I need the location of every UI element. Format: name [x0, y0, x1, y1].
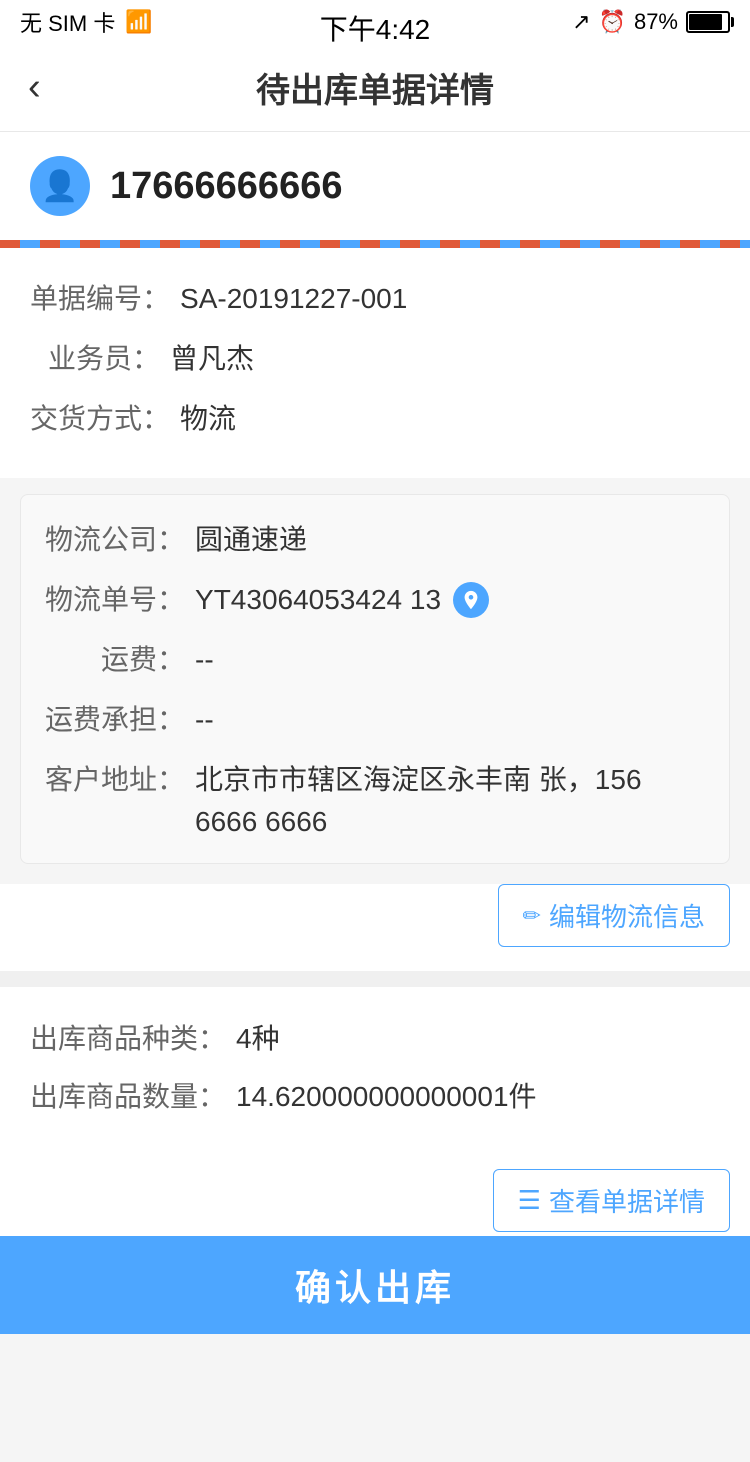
goods-type-value: 4种: [236, 1017, 720, 1057]
confirm-btn-text: 确认出库: [295, 1259, 455, 1311]
customer-phone: 17666666666: [110, 165, 342, 208]
freight-value: --: [195, 639, 705, 681]
freight-bearer-row: 运费承担： --: [45, 699, 705, 741]
section-divider: [0, 971, 750, 987]
goods-type-label: 出库商品种类：: [30, 1017, 236, 1057]
address-value: 北京市市辖区海淀区永丰南 张，156 6666 6666: [195, 759, 705, 843]
nav-title: 待出库单据详情: [256, 63, 494, 112]
doc-number-label: 单据编号：: [30, 278, 180, 320]
edit-logistics-label: 编辑物流信息: [549, 897, 705, 934]
tracking-label: 物流单号：: [45, 579, 195, 621]
tracking-number-value: YT43064053424 13: [195, 579, 441, 621]
alarm-icon: ⏰: [599, 9, 626, 35]
edit-btn-row: ✏ 编辑物流信息: [0, 884, 750, 971]
nav-bar: ‹ 待出库单据详情: [0, 44, 750, 132]
tracking-number-container: YT43064053424 13: [195, 579, 489, 621]
logistics-card: 物流公司： 圆通速递 物流单号： YT43064053424 13 运费： --…: [20, 494, 730, 864]
detail-list-icon: ☰: [518, 1185, 541, 1216]
battery-icon: [686, 11, 730, 33]
avatar-icon: 👤: [41, 169, 78, 204]
freight-bearer-label: 运费承担：: [45, 699, 195, 741]
dashed-divider: [0, 240, 750, 248]
doc-info-section: 单据编号： SA-20191227-001 业务员： 曾凡杰 交货方式： 物流: [0, 248, 750, 478]
location-icon: ↗: [572, 9, 590, 35]
wifi-icon: 📶: [125, 9, 152, 35]
view-detail-button[interactable]: ☰ 查看单据详情: [493, 1169, 730, 1232]
logistics-company-value: 圆通速递: [195, 519, 705, 561]
status-left: 无 SIM 卡 📶: [20, 6, 153, 38]
salesperson-label: 业务员：: [30, 338, 170, 380]
logistics-company-label: 物流公司：: [45, 519, 195, 561]
goods-section: 出库商品种类： 4种 出库商品数量： 14.620000000000001件: [0, 987, 750, 1153]
salesperson-value: 曾凡杰: [170, 338, 720, 380]
salesperson-row: 业务员： 曾凡杰: [30, 338, 720, 380]
doc-number-row: 单据编号： SA-20191227-001: [30, 278, 720, 320]
map-pin-icon: [460, 589, 482, 611]
address-label: 客户地址：: [45, 759, 195, 801]
confirm-button-bar[interactable]: 确认出库: [0, 1236, 750, 1334]
doc-number-value: SA-20191227-001: [180, 278, 720, 320]
tracking-row: 物流单号： YT43064053424 13: [45, 579, 705, 621]
logistics-company-row: 物流公司： 圆通速递: [45, 519, 705, 561]
status-bar: 无 SIM 卡 📶 下午4:42 ↗ ⏰ 87%: [0, 0, 750, 44]
back-button[interactable]: ‹: [28, 66, 41, 109]
edit-icon: ✏: [523, 903, 541, 929]
customer-header: 👤 17666666666: [0, 132, 750, 240]
address-row: 客户地址： 北京市市辖区海淀区永丰南 张，156 6666 6666: [45, 759, 705, 843]
goods-quantity-label: 出库商品数量：: [30, 1075, 236, 1115]
freight-row: 运费： --: [45, 639, 705, 681]
status-right: ↗ ⏰ 87%: [572, 9, 730, 35]
goods-quantity-row: 出库商品数量： 14.620000000000001件: [30, 1075, 720, 1115]
carrier-text: 无 SIM 卡: [20, 6, 115, 38]
delivery-method-value: 物流: [180, 398, 720, 440]
view-detail-label: 查看单据详情: [549, 1182, 705, 1219]
delivery-method-label: 交货方式：: [30, 398, 180, 440]
freight-label: 运费：: [45, 639, 195, 681]
delivery-method-row: 交货方式： 物流: [30, 398, 720, 440]
goods-quantity-value: 14.620000000000001件: [236, 1075, 720, 1115]
freight-bearer-value: --: [195, 699, 705, 741]
status-time: 下午4:42: [320, 8, 431, 48]
avatar: 👤: [30, 156, 90, 216]
edit-logistics-button[interactable]: ✏ 编辑物流信息: [498, 884, 730, 947]
goods-type-row: 出库商品种类： 4种: [30, 1017, 720, 1057]
battery-percent: 87%: [634, 9, 678, 35]
track-location-icon[interactable]: [453, 582, 489, 618]
